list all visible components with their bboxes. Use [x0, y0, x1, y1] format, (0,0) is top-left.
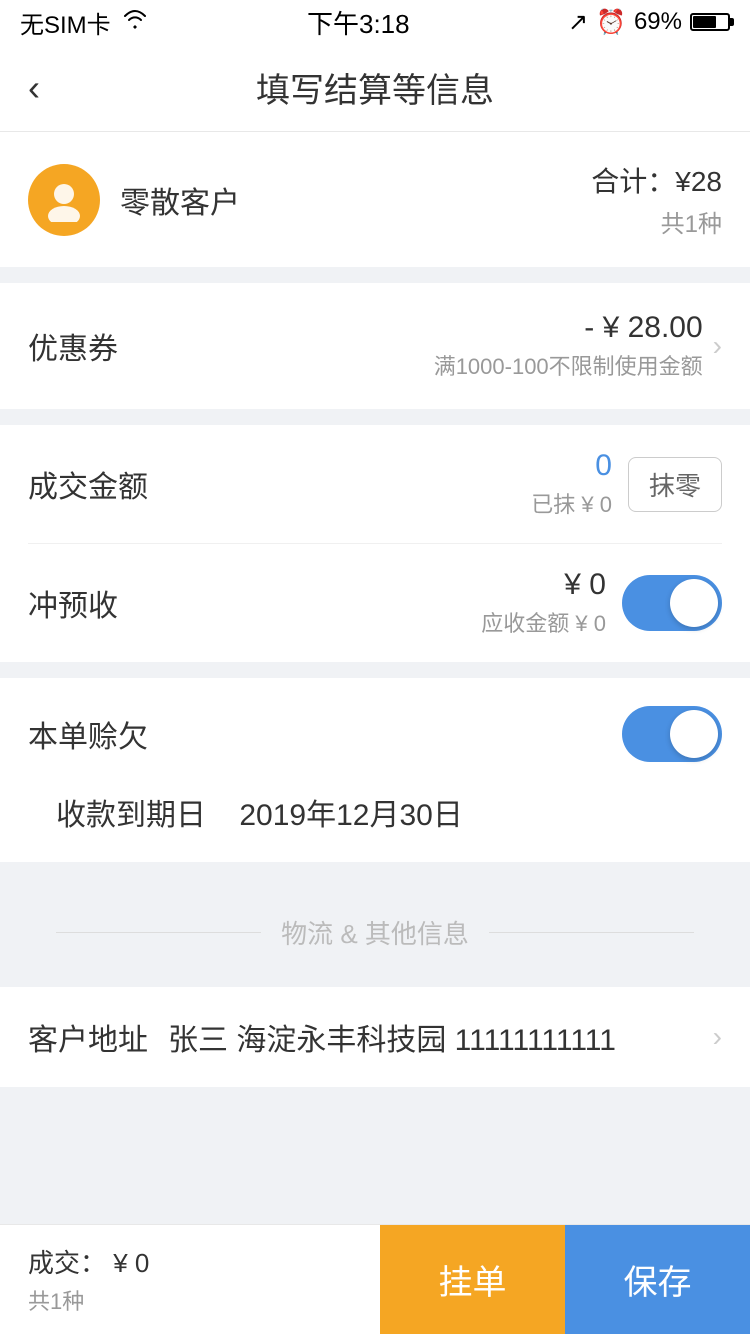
back-button[interactable]: ‹: [28, 67, 40, 109]
page-title: 填写结算等信息: [256, 63, 494, 112]
bottom-count: 共1种: [28, 1284, 352, 1316]
nav-bar: ‹ 填写结算等信息: [0, 44, 750, 132]
prereceipt-value-area: ¥ 0 应收金额 ¥ 0: [481, 568, 606, 638]
transaction-card: 成交金额 0 已抹 ¥ 0 抹零 冲预收 ¥ 0 应收金额 ¥ 0: [0, 425, 750, 662]
credit-toggle-knob: [670, 710, 718, 758]
logistics-text: 物流 & 其他信息: [281, 914, 469, 951]
customer-total: 合计：¥28: [591, 160, 722, 200]
transaction-amount-value[interactable]: 0: [531, 449, 612, 483]
due-date-value: 2019年12月30日: [239, 799, 462, 832]
prereceipt-label: 冲预收: [28, 581, 118, 625]
receivable-label: 应收金额 ¥ 0: [481, 606, 606, 638]
toggle-knob: [670, 579, 718, 627]
address-chevron-icon: ›: [713, 1021, 722, 1053]
customer-name: 零散客户: [120, 178, 240, 222]
hangup-button[interactable]: 挂单: [380, 1225, 565, 1334]
credit-row: 本单赊欠: [28, 678, 722, 790]
status-left: 无SIM卡: [20, 5, 149, 40]
coupon-label: 优惠券: [28, 324, 118, 368]
round-off-button[interactable]: 抹零: [628, 457, 722, 512]
bottom-deal: 成交： ¥ 0: [28, 1243, 352, 1280]
chevron-right-icon: ›: [713, 330, 722, 362]
customer-right: 合计：¥28 共1种: [591, 160, 722, 239]
battery-icon: [690, 13, 730, 31]
prereceipt-row: 冲预收 ¥ 0 应收金额 ¥ 0: [28, 544, 722, 662]
customer-left: 零散客户: [28, 164, 240, 236]
transaction-amount-row: 成交金额 0 已抹 ¥ 0 抹零: [28, 425, 722, 544]
credit-card: 本单赊欠 收款到期日 2019年12月30日: [0, 678, 750, 862]
coupon-desc: 满1000-100不限制使用金额: [434, 349, 703, 381]
content: 零散客户 合计：¥28 共1种 优惠券 - ¥ 28.00 满1000-100不…: [0, 132, 750, 1223]
coupon-amount: - ¥ 28.00: [434, 311, 703, 345]
coupon-info: - ¥ 28.00 满1000-100不限制使用金额: [434, 311, 703, 381]
status-bar: 无SIM卡 下午3:18 ↗ ⏰ 69%: [0, 0, 750, 44]
bottom-summary: 成交： ¥ 0 共1种: [0, 1243, 380, 1316]
customer-count: 共1种: [591, 204, 722, 239]
wifi-icon: [121, 8, 149, 36]
address-value: 张三 海淀永丰科技园 11111111111: [168, 1015, 713, 1059]
coupon-row[interactable]: 优惠券 - ¥ 28.00 满1000-100不限制使用金额 ›: [0, 283, 750, 409]
bottom-bar: 成交： ¥ 0 共1种 挂单 保存: [0, 1224, 750, 1334]
status-time: 下午3:18: [307, 4, 410, 41]
transaction-amount-label: 成交金额: [28, 462, 148, 506]
address-card[interactable]: 客户地址 张三 海淀永丰科技园 11111111111 ›: [0, 987, 750, 1087]
credit-toggle[interactable]: [622, 706, 722, 762]
avatar: [28, 164, 100, 236]
deal-label: 成交：: [28, 1248, 106, 1278]
credit-label: 本单赊欠: [28, 712, 148, 756]
address-label: 客户地址: [28, 1015, 148, 1059]
prereceipt-value: ¥ 0: [481, 568, 606, 602]
sim-text: 无SIM卡: [20, 5, 111, 40]
prereceipt-right: ¥ 0 应收金额 ¥ 0: [481, 568, 722, 638]
prereceipt-toggle[interactable]: [622, 575, 722, 631]
location-icon: ↗: [568, 8, 588, 37]
divider-line-right: [489, 932, 694, 933]
divider-line-left: [56, 932, 261, 933]
coupon-right: - ¥ 28.00 满1000-100不限制使用金额 ›: [434, 311, 722, 381]
transaction-amount-right: 0 已抹 ¥ 0 抹零: [531, 449, 722, 519]
logistics-divider: 物流 & 其他信息: [28, 894, 722, 971]
already-round-off: 已抹 ¥ 0: [531, 487, 612, 519]
battery-percent: 69%: [634, 8, 682, 36]
transaction-amount-area: 0 已抹 ¥ 0: [531, 449, 612, 519]
due-date-row: 收款到期日 2019年12月30日: [28, 790, 722, 862]
status-right: ↗ ⏰ 69%: [568, 8, 730, 37]
save-button[interactable]: 保存: [565, 1225, 750, 1334]
customer-row: 零散客户 合计：¥28 共1种: [0, 132, 750, 267]
alarm-icon: ⏰: [596, 8, 626, 37]
due-date-label: 收款到期日: [56, 799, 206, 832]
deal-amount: ¥ 0: [113, 1248, 149, 1278]
